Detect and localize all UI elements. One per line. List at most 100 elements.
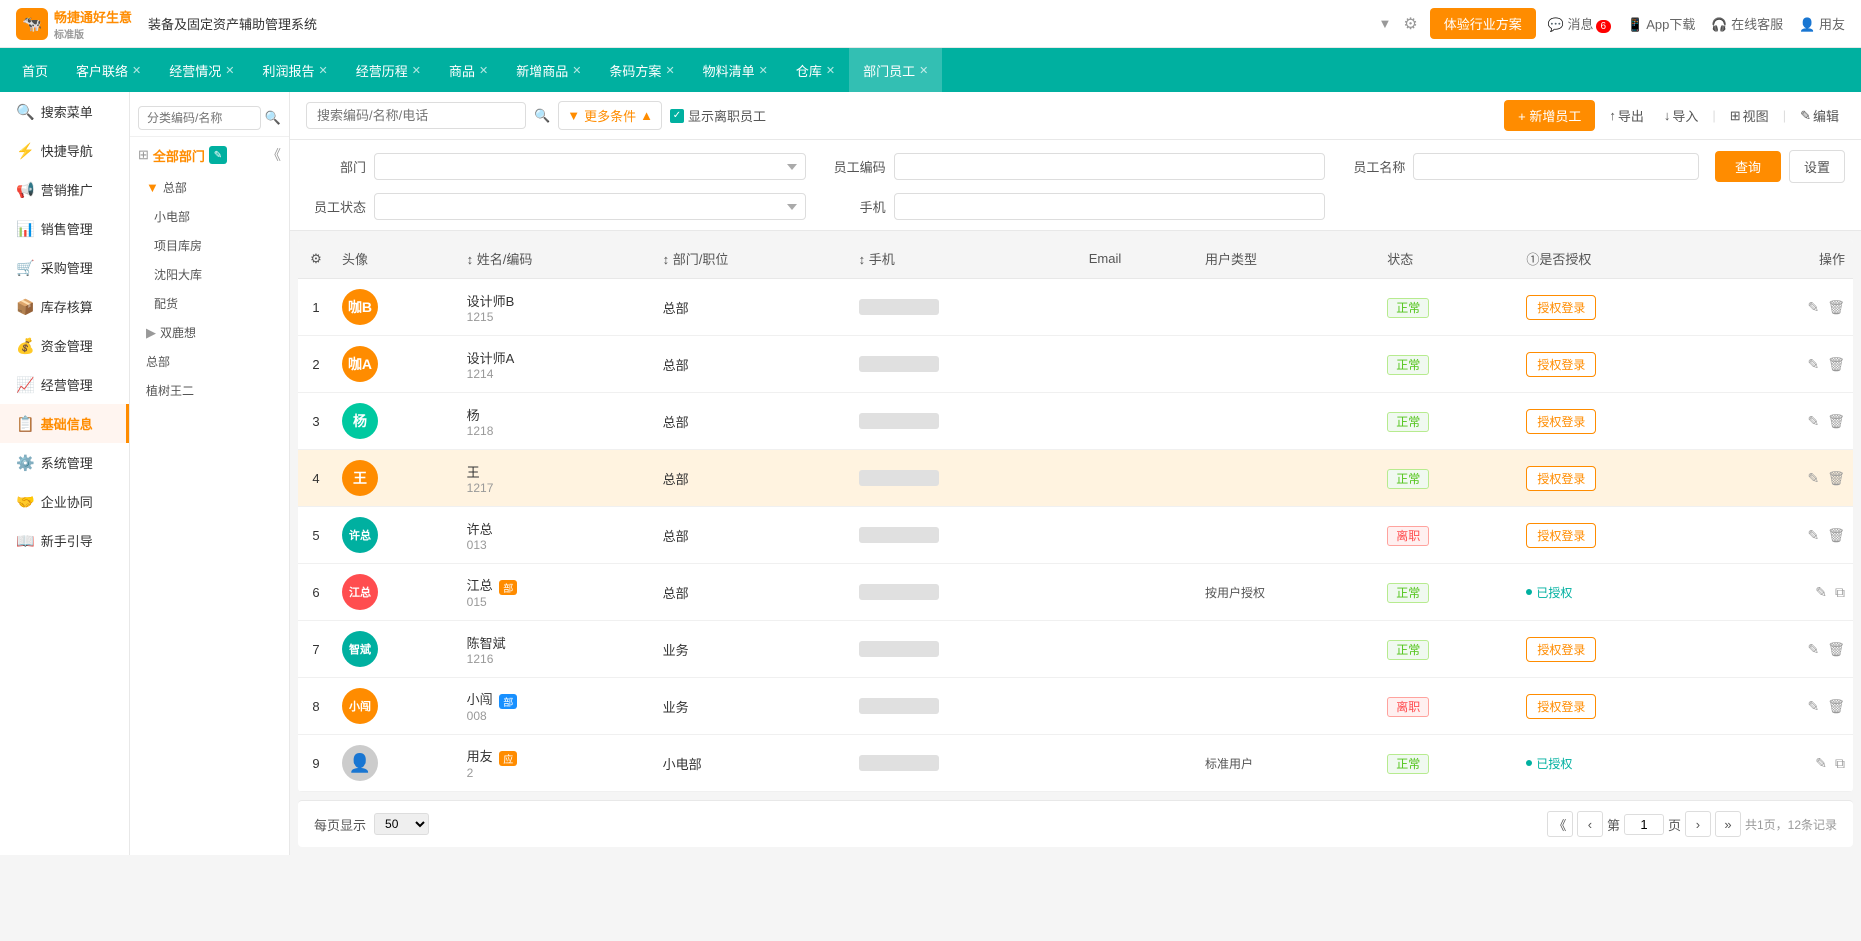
nav-tab-barcode[interactable]: 条码方案 ✕ [595, 48, 688, 92]
settings-icon[interactable]: ⚙ [1403, 14, 1417, 34]
col-settings[interactable]: ⚙ [298, 239, 334, 279]
auth-btn[interactable]: 授权登录 [1526, 295, 1596, 320]
prev-page-btn[interactable]: 《 [1547, 811, 1573, 837]
nav-tab-new-goods[interactable]: 新增商品 ✕ [502, 48, 595, 92]
auth-btn[interactable]: 授权登录 [1526, 523, 1596, 548]
sidebar-item-basic[interactable]: 📋基础信息 [0, 404, 129, 443]
edit-icon[interactable]: ✎ [1807, 413, 1819, 430]
col-name[interactable]: ↕ 姓名/编码 [459, 239, 655, 279]
row-status: 正常 [1379, 735, 1518, 792]
nav-tab-employee[interactable]: 部门员工 ✕ [849, 48, 942, 92]
views-btn[interactable]: ⊞ 视图 [1724, 102, 1775, 129]
import-btn[interactable]: ↓ 导入 [1658, 102, 1705, 129]
user-avatar[interactable]: 👤 用友 [1799, 14, 1845, 33]
nav-tab-warehouse[interactable]: 仓库 ✕ [782, 48, 849, 92]
nav-tab-goods[interactable]: 商品 ✕ [435, 48, 502, 92]
filter-dept-select[interactable] [374, 153, 806, 180]
sidebar-item-guide[interactable]: 📖新手引导 [0, 521, 129, 560]
query-btn[interactable]: 查询 [1715, 151, 1781, 182]
delete-icon[interactable]: 🗑 [1827, 527, 1845, 544]
dept-tree-item-zongbu[interactable]: ▼总部 [130, 173, 289, 202]
export-btn[interactable]: ↑ 导出 [1603, 102, 1650, 129]
col-phone[interactable]: ↕ 手机 [851, 239, 1081, 279]
delete-icon[interactable]: 🗑 [1827, 356, 1845, 373]
sidebar-item-marketing[interactable]: 📢营销推广 [0, 170, 129, 209]
online-service-btn[interactable]: 🎧 在线客服 [1711, 14, 1783, 33]
sidebar-item-system[interactable]: ⚙️系统管理 [0, 443, 129, 482]
dept-tree-item-shenyang[interactable]: 沈阳大库 [130, 260, 289, 289]
nav-tab-bom[interactable]: 物料清单 ✕ [689, 48, 782, 92]
dept-search-icon[interactable]: 🔍 [265, 110, 281, 126]
dept-edit-icon[interactable]: ✎ [209, 146, 227, 164]
delete-icon[interactable]: 🗑 [1827, 413, 1845, 430]
app-download-btn[interactable]: 📱 App下载 [1627, 14, 1695, 33]
auth-btn[interactable]: 授权登录 [1526, 694, 1596, 719]
nav-tab-business-status[interactable]: 经营情况 ✕ [155, 48, 248, 92]
dept-all-label[interactable]: 全部部门 [153, 146, 205, 165]
next-btn[interactable]: › [1685, 811, 1711, 837]
show-former-label: 显示离职员工 [688, 106, 766, 125]
dept-tree-item-shuanglu[interactable]: ▶双鹿想 [130, 318, 289, 347]
row-avatar: 江总 [334, 564, 459, 621]
search-icon[interactable]: 🔍 [534, 108, 550, 124]
edit-icon[interactable]: ✎ [1807, 356, 1819, 373]
search-input[interactable] [306, 102, 526, 129]
dept-collapse-btn[interactable]: 《 [267, 145, 281, 165]
more-filter-btn[interactable]: ▼ 更多条件 ▲ [558, 101, 662, 130]
sidebar-item-coop[interactable]: 🤝企业协同 [0, 482, 129, 521]
nav-tab-customer[interactable]: 客户联络 ✕ [62, 48, 155, 92]
nav-tab-home[interactable]: 首页 [8, 48, 62, 92]
nav-tab-history[interactable]: 经营历程 ✕ [342, 48, 435, 92]
edit-icon[interactable]: ✎ [1807, 698, 1819, 715]
row-name: 设计师A1214 [459, 336, 655, 393]
delete-icon[interactable]: 🗑 [1827, 299, 1845, 316]
delete-icon[interactable]: 🗑 [1827, 470, 1845, 487]
sidebar-item-finance[interactable]: 💰资金管理 [0, 326, 129, 365]
edit-icon[interactable]: ✎ [1815, 755, 1827, 772]
per-page-select[interactable]: 50 100 [374, 813, 429, 835]
row-phone [851, 393, 1081, 450]
dept-tree-item-xmkf[interactable]: 项目库房 [130, 231, 289, 260]
filter-empname-input[interactable] [1413, 153, 1699, 180]
auth-btn[interactable]: 授权登录 [1526, 637, 1596, 662]
sidebar-item-search[interactable]: 🔍搜索菜单 [0, 92, 129, 131]
prev-btn[interactable]: ‹ [1577, 811, 1603, 837]
dept-tree-item-xiaodian[interactable]: 小电部 [130, 202, 289, 231]
col-dept[interactable]: ↕ 部门/职位 [655, 239, 851, 279]
filter-status-select[interactable] [374, 193, 806, 220]
dept-tree-item-peihuo[interactable]: 配货 [130, 289, 289, 318]
edit-icon[interactable]: ✎ [1807, 299, 1819, 316]
sidebar-item-quicknav[interactable]: ⚡快捷导航 [0, 131, 129, 170]
dept-tree-item-zhishu[interactable]: 植树王二 [130, 376, 289, 405]
copy-icon[interactable]: ⧉ [1835, 584, 1845, 601]
copy-icon[interactable]: ⧉ [1835, 755, 1845, 772]
edit-btn[interactable]: ✎ 编辑 [1794, 102, 1845, 129]
dropdown-icon[interactable]: ▼ [1378, 16, 1391, 31]
dept-search-input[interactable] [138, 106, 261, 130]
sidebar-item-business[interactable]: 📈经营管理 [0, 365, 129, 404]
page-input[interactable] [1624, 814, 1664, 835]
delete-icon[interactable]: 🗑 [1827, 698, 1845, 715]
next-page-btn[interactable]: » [1715, 811, 1741, 837]
show-former-check[interactable]: ✓ 显示离职员工 [670, 106, 766, 125]
sidebar-item-purchase[interactable]: 🛒采购管理 [0, 248, 129, 287]
delete-icon[interactable]: 🗑 [1827, 641, 1845, 658]
nav-tab-profit[interactable]: 利润报告 ✕ [248, 48, 341, 92]
edit-icon[interactable]: ✎ [1807, 641, 1819, 658]
trial-btn[interactable]: 体验行业方案 [1430, 8, 1536, 39]
set-btn[interactable]: 设置 [1789, 150, 1845, 183]
edit-icon[interactable]: ✎ [1815, 584, 1827, 601]
edit-icon[interactable]: ✎ [1807, 470, 1819, 487]
auth-btn[interactable]: 授权登录 [1526, 466, 1596, 491]
sidebar-item-sales[interactable]: 📊销售管理 [0, 209, 129, 248]
add-employee-btn[interactable]: + 新增员工 [1504, 100, 1595, 131]
auth-btn[interactable]: 授权登录 [1526, 409, 1596, 434]
row-status: 正常 [1379, 621, 1518, 678]
sidebar-item-inventory[interactable]: 📦库存核算 [0, 287, 129, 326]
msg-btn[interactable]: 💬 消息6 [1548, 14, 1611, 33]
filter-phone-input[interactable] [894, 193, 1326, 220]
edit-icon[interactable]: ✎ [1807, 527, 1819, 544]
filter-empcode-input[interactable] [894, 153, 1326, 180]
dept-tree-item-zongbu2[interactable]: 总部 [130, 347, 289, 376]
auth-btn[interactable]: 授权登录 [1526, 352, 1596, 377]
